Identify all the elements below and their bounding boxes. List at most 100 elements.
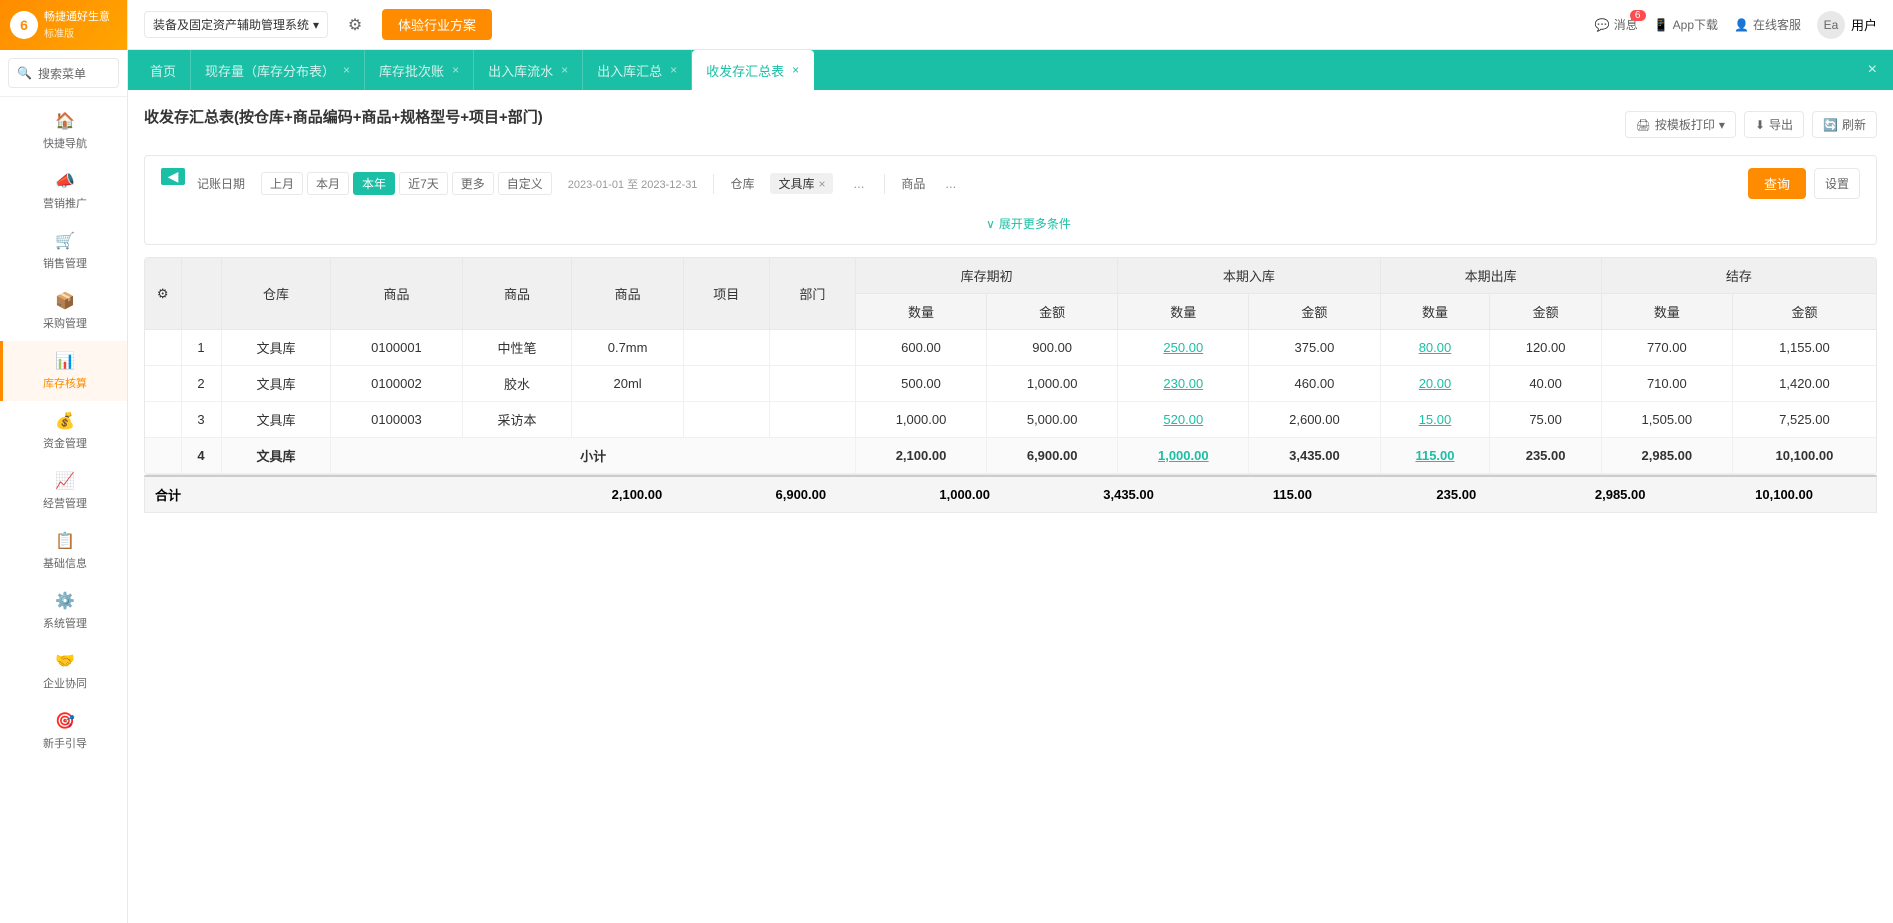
td-in-amt-1: 460.00 xyxy=(1249,366,1380,402)
trial-button[interactable]: 体验行业方案 xyxy=(382,9,492,40)
td-opening-amt-0: 900.00 xyxy=(987,330,1118,366)
tab-close-5[interactable]: × xyxy=(792,63,799,77)
sidebar-item-label-marketing: 营销推广 xyxy=(43,195,87,211)
sidebar-item-enterprise[interactable]: 🤝 企业协同 xyxy=(0,641,127,701)
tab-2[interactable]: 库存批次账× xyxy=(365,50,474,90)
filter-setting-button[interactable]: 设置 xyxy=(1814,168,1860,199)
td-subtotal-in-qty[interactable]: 1,000.00 xyxy=(1118,438,1249,474)
sidebar-item-guide[interactable]: 🎯 新手引导 xyxy=(0,701,127,761)
sales-icon: 🛒 xyxy=(55,231,75,251)
sidebar-item-label-operations: 经营管理 xyxy=(43,495,87,511)
expand-conditions-button[interactable]: ∨ 展开更多条件 xyxy=(986,215,1071,232)
th-balance-qty: 数量 xyxy=(1601,294,1732,330)
goods-dots[interactable]: ... xyxy=(941,176,960,191)
td-subtotal-out-qty[interactable]: 115.00 xyxy=(1380,438,1490,474)
query-button[interactable]: 查询 xyxy=(1748,168,1806,199)
td-subtotal-num: 4 xyxy=(181,438,221,474)
tab-5[interactable]: 收发存汇总表× xyxy=(692,50,814,90)
expand-label: 展开更多条件 xyxy=(999,215,1071,232)
tab-3[interactable]: 出入库流水× xyxy=(474,50,583,90)
app-download-action[interactable]: 📱 App下载 xyxy=(1654,16,1718,33)
td-balance-qty-0: 770.00 xyxy=(1601,330,1732,366)
th-balance-group: 结存 xyxy=(1601,258,1876,294)
sidebar-item-quick[interactable]: 🏠 快捷导航 xyxy=(0,101,127,161)
tab-close-2[interactable]: × xyxy=(452,63,459,77)
td-num-0: 1 xyxy=(181,330,221,366)
date-option-本月[interactable]: 本月 xyxy=(307,172,349,195)
sidebar-nav: 🏠 快捷导航 📣 营销推广 🛒 销售管理 📦 采购管理 📊 库存核算 💰 资金管… xyxy=(0,97,127,923)
tab-label-1: 现存量（库存分布表） xyxy=(205,61,335,80)
settings-gear-button[interactable]: ⚙ xyxy=(340,10,370,40)
sidebar-item-operations[interactable]: 📈 经营管理 xyxy=(0,461,127,521)
th-opening-qty: 数量 xyxy=(855,294,986,330)
tab-1[interactable]: 现存量（库存分布表） × xyxy=(191,50,365,90)
date-option-本年[interactable]: 本年 xyxy=(353,172,395,195)
td-opening-amt-1: 1,000.00 xyxy=(987,366,1118,402)
td-balance-amt-1: 1,420.00 xyxy=(1732,366,1876,402)
tab-0[interactable]: 首页 xyxy=(136,50,191,90)
td-in-qty-link-2[interactable]: 520.00 xyxy=(1118,402,1249,438)
footer-opening-qty: 2,100.00 xyxy=(555,487,719,502)
online-service-label: 在线客服 xyxy=(1753,16,1801,33)
search-menu-button[interactable]: 🔍 搜索菜单 xyxy=(8,58,119,88)
td-subtotal-in-amt: 3,435.00 xyxy=(1249,438,1380,474)
collapse-button[interactable]: ◀ xyxy=(161,168,185,185)
date-option-近7天[interactable]: 近7天 xyxy=(399,172,448,195)
sidebar-item-inventory[interactable]: 📊 库存核算 xyxy=(0,341,127,401)
sidebar-item-sales[interactable]: 🛒 销售管理 xyxy=(0,221,127,281)
refresh-button[interactable]: 🔄 刷新 xyxy=(1812,111,1877,138)
sidebar-item-basic[interactable]: 📋 基础信息 xyxy=(0,521,127,581)
td-out-qty-link-1[interactable]: 20.00 xyxy=(1380,366,1490,402)
footer-out-amt: 235.00 xyxy=(1374,487,1538,502)
td-warehouse-2: 文具库 xyxy=(221,402,331,438)
page-content: 收发存汇总表(按仓库+商品编码+商品+规格型号+项目+部门) 🖨 按模板打印 ▾… xyxy=(128,90,1893,923)
tab-close-1[interactable]: × xyxy=(343,63,350,77)
tab-bar-close-button[interactable]: × xyxy=(1860,61,1885,79)
guide-icon: 🎯 xyxy=(55,711,75,731)
warehouse-tag-close[interactable]: × xyxy=(818,177,825,191)
footer-total-label: 合计 xyxy=(155,485,181,504)
td-subtotal-out-amt: 235.00 xyxy=(1490,438,1601,474)
sidebar-item-label-enterprise: 企业协同 xyxy=(43,675,87,691)
td-out-qty-link-0[interactable]: 80.00 xyxy=(1380,330,1490,366)
date-range: 2023-01-01 至 2023-12-31 xyxy=(568,176,698,192)
search-icon: 🔍 xyxy=(17,66,32,80)
sidebar-item-purchase[interactable]: 📦 采购管理 xyxy=(0,281,127,341)
td-num-1: 2 xyxy=(181,366,221,402)
sidebar-item-label-purchase: 采购管理 xyxy=(43,315,87,331)
sidebar-item-system[interactable]: ⚙️ 系统管理 xyxy=(0,581,127,641)
user-label: 用户 xyxy=(1851,15,1877,34)
warehouse-dots[interactable]: ... xyxy=(849,176,868,191)
messages-action[interactable]: 💬 消息 6 xyxy=(1595,16,1638,33)
template-print-button[interactable]: 🖨 按模板打印 ▾ xyxy=(1625,111,1736,138)
date-option-自定义[interactable]: 自定义 xyxy=(498,172,552,195)
filter-row-1: 记账日期 上月本月本年近7天更多自定义 2023-01-01 至 2023-12… xyxy=(197,168,1860,199)
tab-close-4[interactable]: × xyxy=(670,63,677,77)
date-option-上月[interactable]: 上月 xyxy=(261,172,303,195)
system-dropdown[interactable]: 装备及固定资产辅助管理系统 ▾ xyxy=(144,11,328,38)
sidebar-logo: 6 畅捷通好生意 标准版 xyxy=(0,0,127,50)
date-option-更多[interactable]: 更多 xyxy=(452,172,494,195)
online-service-icon: 👤 xyxy=(1734,18,1749,32)
tab-4[interactable]: 出入库汇总× xyxy=(583,50,692,90)
user-menu[interactable]: Ea 用户 xyxy=(1817,11,1877,39)
export-button[interactable]: ⬇ 导出 xyxy=(1744,111,1804,138)
settings-icon[interactable]: ⚙ xyxy=(157,286,169,301)
th-out-amt: 金额 xyxy=(1490,294,1601,330)
td-project-0 xyxy=(683,330,769,366)
sidebar-item-finance[interactable]: 💰 资金管理 xyxy=(0,401,127,461)
td-in-qty-link-1[interactable]: 230.00 xyxy=(1118,366,1249,402)
tab-close-3[interactable]: × xyxy=(561,63,568,77)
td-in-qty-link-0[interactable]: 250.00 xyxy=(1118,330,1249,366)
sidebar-item-marketing[interactable]: 📣 营销推广 xyxy=(0,161,127,221)
filter-separator-2 xyxy=(884,174,885,194)
td-goods-spec-1: 20ml xyxy=(572,366,683,402)
online-service-action[interactable]: 👤 在线客服 xyxy=(1734,16,1801,33)
td-settings-2 xyxy=(145,402,181,438)
footer-opening-amt: 6,900.00 xyxy=(719,487,883,502)
td-in-amt-2: 2,600.00 xyxy=(1249,402,1380,438)
td-out-qty-link-2[interactable]: 15.00 xyxy=(1380,402,1490,438)
th-department: 部门 xyxy=(769,258,855,330)
search-menu-label: 搜索菜单 xyxy=(38,65,86,82)
td-opening-qty-0: 600.00 xyxy=(855,330,986,366)
